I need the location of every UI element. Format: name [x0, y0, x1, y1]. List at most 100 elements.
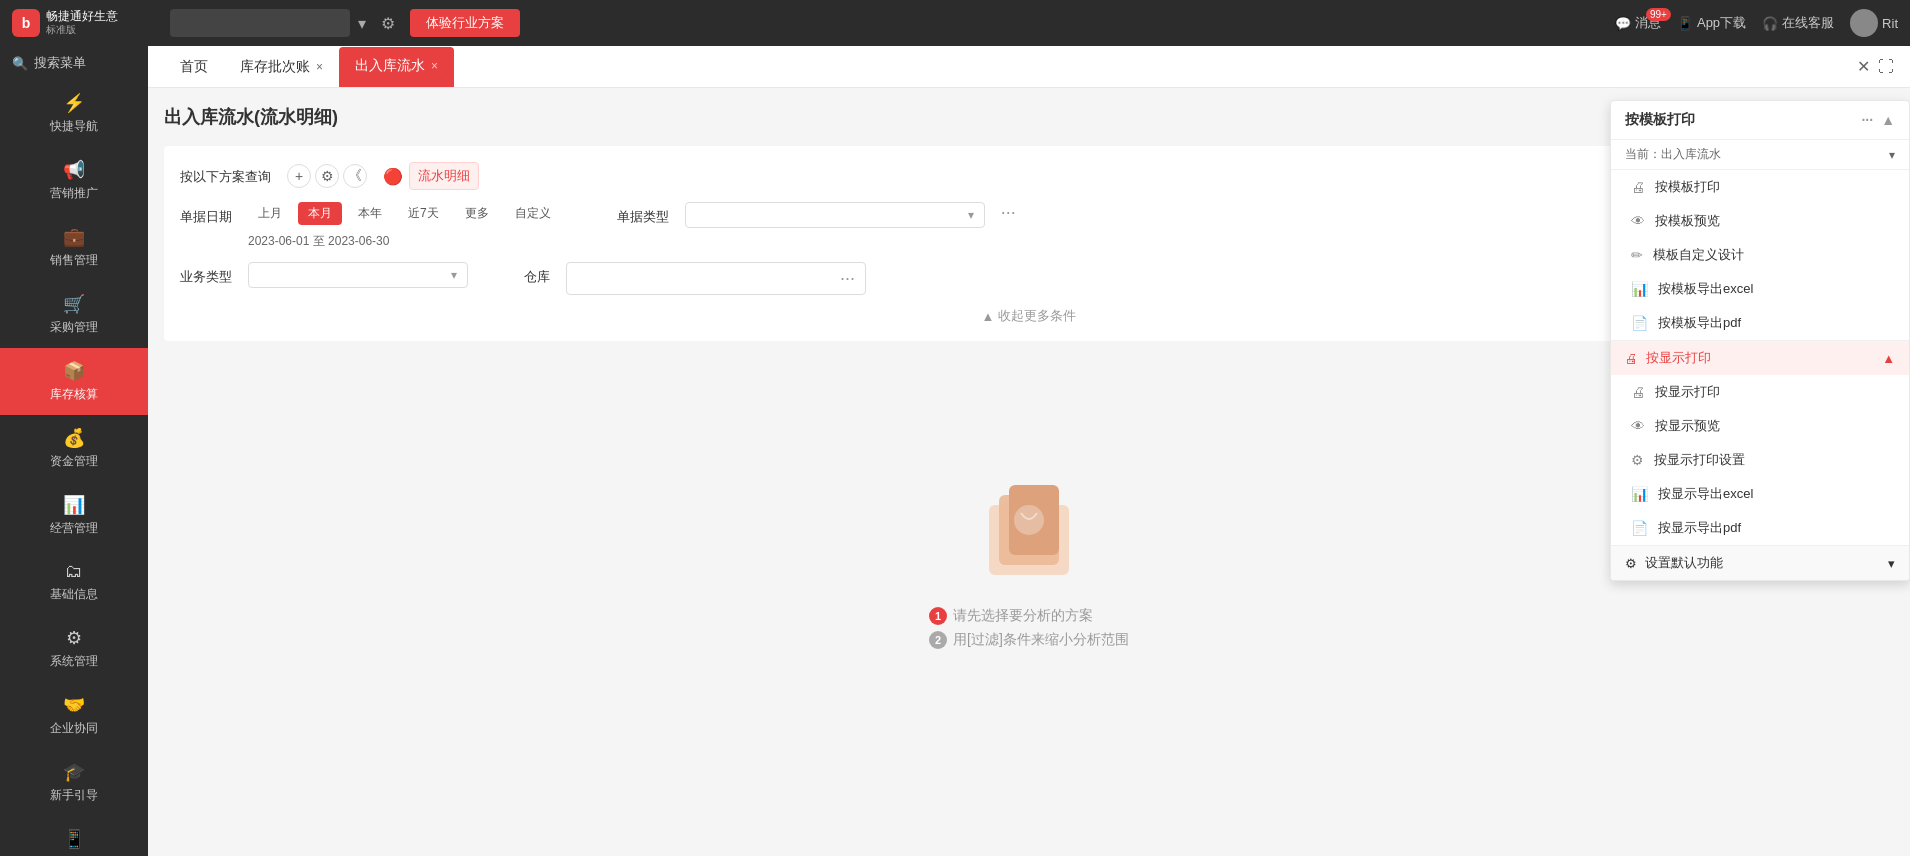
app-download-label: App下载: [1697, 14, 1746, 32]
dp-footer-icon: ⚙: [1625, 556, 1637, 571]
dp-item-preview-display[interactable]: 👁 按显示预览: [1611, 409, 1909, 443]
dp-item-preview-template[interactable]: 👁 按模板预览: [1611, 204, 1909, 238]
date-tab-custom[interactable]: 自定义: [505, 202, 561, 225]
dp-item-custom-template[interactable]: ✏ 模板自定义设计: [1611, 238, 1909, 272]
add-filter-btn[interactable]: +: [287, 164, 311, 188]
tab-batch-account[interactable]: 库存批次账 ×: [224, 48, 339, 86]
close-panel-btn[interactable]: ✕: [1857, 57, 1870, 76]
avatar: [1850, 9, 1878, 37]
sidebar-search-area[interactable]: 🔍 搜索菜单: [0, 46, 148, 80]
sidebar-label-finance: 资金管理: [50, 453, 98, 470]
date-label: 单据日期: [180, 202, 232, 226]
sidebar-item-finance[interactable]: 💰 资金管理: [0, 415, 148, 482]
tab-flow-close[interactable]: ×: [431, 59, 438, 73]
dp-gear-icon: ⚙: [1631, 452, 1644, 468]
user-name: Rit: [1882, 16, 1898, 31]
handshake-icon: 🤝: [63, 694, 85, 716]
dp-display-section-icon: 🖨: [1625, 351, 1638, 366]
tip-text-2: 用[过滤]条件来缩小分析范围: [953, 631, 1129, 649]
settings-filter-btn[interactable]: ⚙: [315, 164, 339, 188]
dp-display-section[interactable]: 🖨 按显示打印 ▲: [1611, 341, 1909, 375]
dp-eye-icon-2: 👁: [1631, 418, 1645, 434]
sidebar-item-purchase[interactable]: 🛒 采购管理: [0, 281, 148, 348]
warehouse-select[interactable]: ···: [566, 262, 866, 295]
sidebar-item-collab[interactable]: 🤝 企业协同: [0, 682, 148, 749]
dp-item-print-template-label: 按模板打印: [1655, 178, 1720, 196]
dp-item-export-excel-template[interactable]: 📊 按模板导出excel: [1611, 272, 1909, 306]
tab-flow-label: 出入库流水: [355, 57, 425, 75]
dp-item-export-pdf-display-label: 按显示导出pdf: [1658, 519, 1741, 537]
dp-item-export-pdf-template-label: 按模板导出pdf: [1658, 314, 1741, 332]
dp-pdf-icon-1: 📄: [1631, 315, 1648, 331]
dp-item-print-display[interactable]: 🖨 按显示打印: [1611, 375, 1909, 409]
date-tab-this-year[interactable]: 本年: [348, 202, 392, 225]
message-item[interactable]: 💬 消息 99+: [1615, 14, 1661, 32]
type-select[interactable]: ▾: [685, 202, 985, 228]
date-filter-group: 上月 本月 本年 近7天 更多 自定义 2023-06-01 至 2023-06…: [248, 202, 561, 250]
dp-collapse-icon[interactable]: ▲: [1881, 112, 1895, 128]
cart-icon: 🛒: [63, 293, 85, 315]
tab-flow[interactable]: 出入库流水 ×: [339, 47, 454, 87]
sidebar-item-quick-nav[interactable]: ⚡ 快捷导航: [0, 80, 148, 147]
empty-tip-2: 2 用[过滤]条件来缩小分析范围: [929, 631, 1129, 649]
online-service-item[interactable]: 🎧 在线客服: [1762, 14, 1834, 32]
sidebar-item-inventory[interactable]: 📦 库存核算: [0, 348, 148, 415]
dp-footer[interactable]: ⚙ 设置默认功能 ▾: [1611, 546, 1909, 580]
tab-home-label: 首页: [180, 58, 208, 76]
dp-display-section-label: 按显示打印: [1646, 349, 1711, 367]
dp-edit-icon: ✏: [1631, 247, 1643, 263]
sidebar-label-basics: 基础信息: [50, 586, 98, 603]
tab-batch-account-close[interactable]: ×: [316, 60, 323, 74]
lightning-icon: ⚡: [63, 92, 85, 114]
date-tab-more[interactable]: 更多: [455, 202, 499, 225]
filter-section-label: 按以下方案查询: [180, 162, 271, 186]
sidebar-label-guide: 新手引导: [50, 787, 98, 804]
user-avatar-item[interactable]: Rit: [1850, 9, 1898, 37]
dp-excel-icon-1: 📊: [1631, 281, 1648, 297]
dp-current-label: 当前：出入库流水: [1625, 146, 1721, 163]
logo-icon: b: [12, 9, 40, 37]
collapse-btn[interactable]: ▲ 收起更多条件: [982, 307, 1077, 325]
dp-item-print-display-label: 按显示打印: [1655, 383, 1720, 401]
search-menu-label: 搜索菜单: [34, 54, 86, 72]
sidebar-item-sales[interactable]: 💼 销售管理: [0, 214, 148, 281]
biz-type-select[interactable]: ▾: [248, 262, 468, 288]
date-tab-7days[interactable]: 近7天: [398, 202, 449, 225]
dp-item-preview-template-label: 按模板预览: [1655, 212, 1720, 230]
collapse-filter-btn[interactable]: 《: [343, 164, 367, 188]
dp-item-export-pdf-display[interactable]: 📄 按显示导出pdf: [1611, 511, 1909, 545]
sidebar-item-app-center[interactable]: 📱 应用中心: [0, 816, 148, 856]
dropdown-arrow-icon[interactable]: ▾: [358, 14, 366, 33]
box-icon: 📦: [63, 360, 85, 382]
biz-type-label: 业务类型: [180, 262, 232, 286]
dp-item-print-template[interactable]: 🖨 按模板打印: [1611, 170, 1909, 204]
industry-btn[interactable]: 体验行业方案: [410, 9, 520, 37]
dp-item-export-excel-template-label: 按模板导出excel: [1658, 280, 1753, 298]
dp-item-print-settings-display[interactable]: ⚙ 按显示打印设置: [1611, 443, 1909, 477]
sidebar-item-operations[interactable]: 📊 经营管理: [0, 482, 148, 549]
tab-home[interactable]: 首页: [164, 48, 224, 86]
sidebar-item-system[interactable]: ⚙ 系统管理: [0, 615, 148, 682]
dp-item-export-pdf-template[interactable]: 📄 按模板导出pdf: [1611, 306, 1909, 340]
date-tab-this-month[interactable]: 本月: [298, 202, 342, 225]
sidebar-item-marketing[interactable]: 📢 营销推广: [0, 147, 148, 214]
type-more-btn[interactable]: ···: [1001, 202, 1016, 223]
expand-btn[interactable]: ⛶: [1878, 58, 1894, 76]
sidebar-label-marketing: 营销推广: [50, 185, 98, 202]
search-input[interactable]: [170, 9, 350, 37]
date-tab-last-month[interactable]: 上月: [248, 202, 292, 225]
dp-display-section-label-wrap: 🖨 按显示打印: [1625, 349, 1711, 367]
graduation-icon: 🎓: [63, 761, 85, 783]
dp-item-export-excel-display[interactable]: 📊 按显示导出excel: [1611, 477, 1909, 511]
sidebar-item-basics[interactable]: 🗂 基础信息: [0, 549, 148, 615]
sidebar-label-operations: 经营管理: [50, 520, 98, 537]
warehouse-label: 仓库: [524, 262, 550, 286]
gear-button[interactable]: ⚙: [374, 9, 402, 37]
dp-item-print-settings-display-label: 按显示打印设置: [1654, 451, 1745, 469]
top-bar-center: ▾ ⚙ 体验行业方案: [170, 9, 1605, 37]
sidebar-item-guide[interactable]: 🎓 新手引导: [0, 749, 148, 816]
dp-footer-label-wrap: ⚙ 设置默认功能: [1625, 554, 1723, 572]
dp-more-icon[interactable]: ···: [1861, 112, 1873, 128]
dp-footer-label: 设置默认功能: [1645, 554, 1723, 572]
app-download-item[interactable]: 📱 App下载: [1677, 14, 1746, 32]
